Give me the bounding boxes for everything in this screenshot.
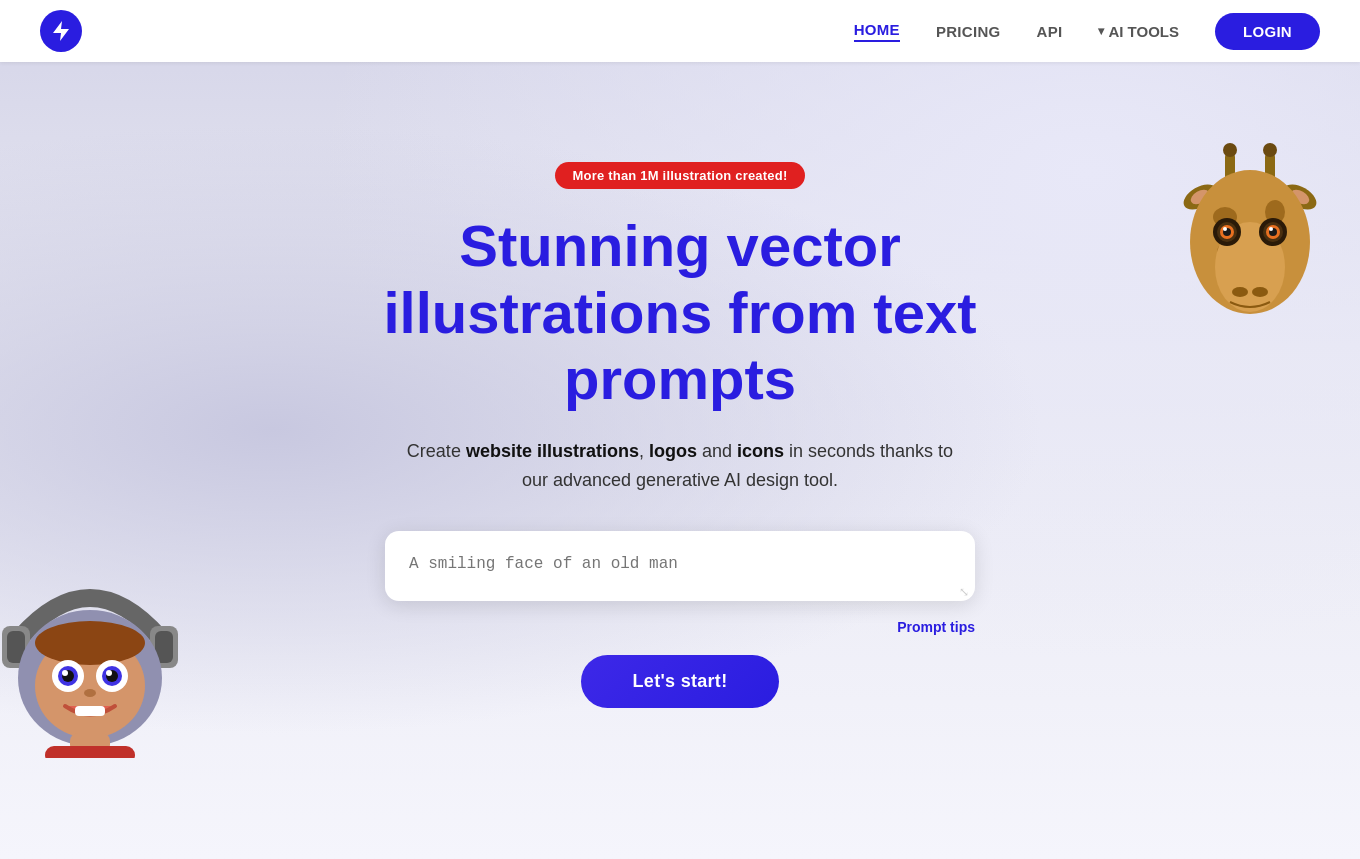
nav-api[interactable]: API <box>1037 23 1063 40</box>
svg-point-41 <box>62 670 68 676</box>
hero-section: More than 1M illustration created! Stunn… <box>0 62 1360 708</box>
badge: More than 1M illustration created! <box>555 162 806 189</box>
nav-links: HOME PRICING API ▾ AI TOOLS LOGIN <box>854 13 1320 50</box>
search-box-wrapper: ⤡ <box>385 531 975 605</box>
prompt-tips-link[interactable]: Prompt tips <box>897 619 975 635</box>
hero-subtitle: Create website illustrations, logos and … <box>400 437 960 495</box>
svg-point-42 <box>106 670 112 676</box>
start-button[interactable]: Let's start! <box>581 655 780 708</box>
logo[interactable] <box>40 10 82 52</box>
svg-point-26 <box>1232 287 1248 297</box>
login-button[interactable]: LOGIN <box>1215 13 1320 50</box>
svg-rect-46 <box>45 746 135 758</box>
nav-ai-tools-label: AI TOOLS <box>1108 23 1179 40</box>
nav-ai-tools-dropdown[interactable]: ▾ AI TOOLS <box>1098 23 1179 40</box>
svg-point-34 <box>35 621 145 665</box>
svg-point-25 <box>1269 227 1273 231</box>
prompt-tips-row: Prompt tips <box>385 619 975 635</box>
prompt-input[interactable] <box>385 531 975 601</box>
hero-title: Stunning vector illustrations from text … <box>384 213 977 413</box>
robot-decoration <box>0 538 190 738</box>
svg-rect-44 <box>75 706 105 716</box>
nav-home[interactable]: HOME <box>854 21 900 42</box>
logo-icon <box>40 10 82 52</box>
resize-handle-icon: ⤡ <box>959 585 969 599</box>
nav-pricing[interactable]: PRICING <box>936 23 1001 40</box>
svg-point-43 <box>84 689 96 697</box>
chevron-down-icon: ▾ <box>1098 24 1104 38</box>
navbar: HOME PRICING API ▾ AI TOOLS LOGIN <box>0 0 1360 62</box>
svg-point-8 <box>1263 143 1277 157</box>
giraffe-decoration <box>1170 137 1330 317</box>
svg-point-27 <box>1252 287 1268 297</box>
svg-point-24 <box>1223 227 1227 231</box>
svg-point-6 <box>1223 143 1237 157</box>
svg-marker-0 <box>53 21 69 41</box>
